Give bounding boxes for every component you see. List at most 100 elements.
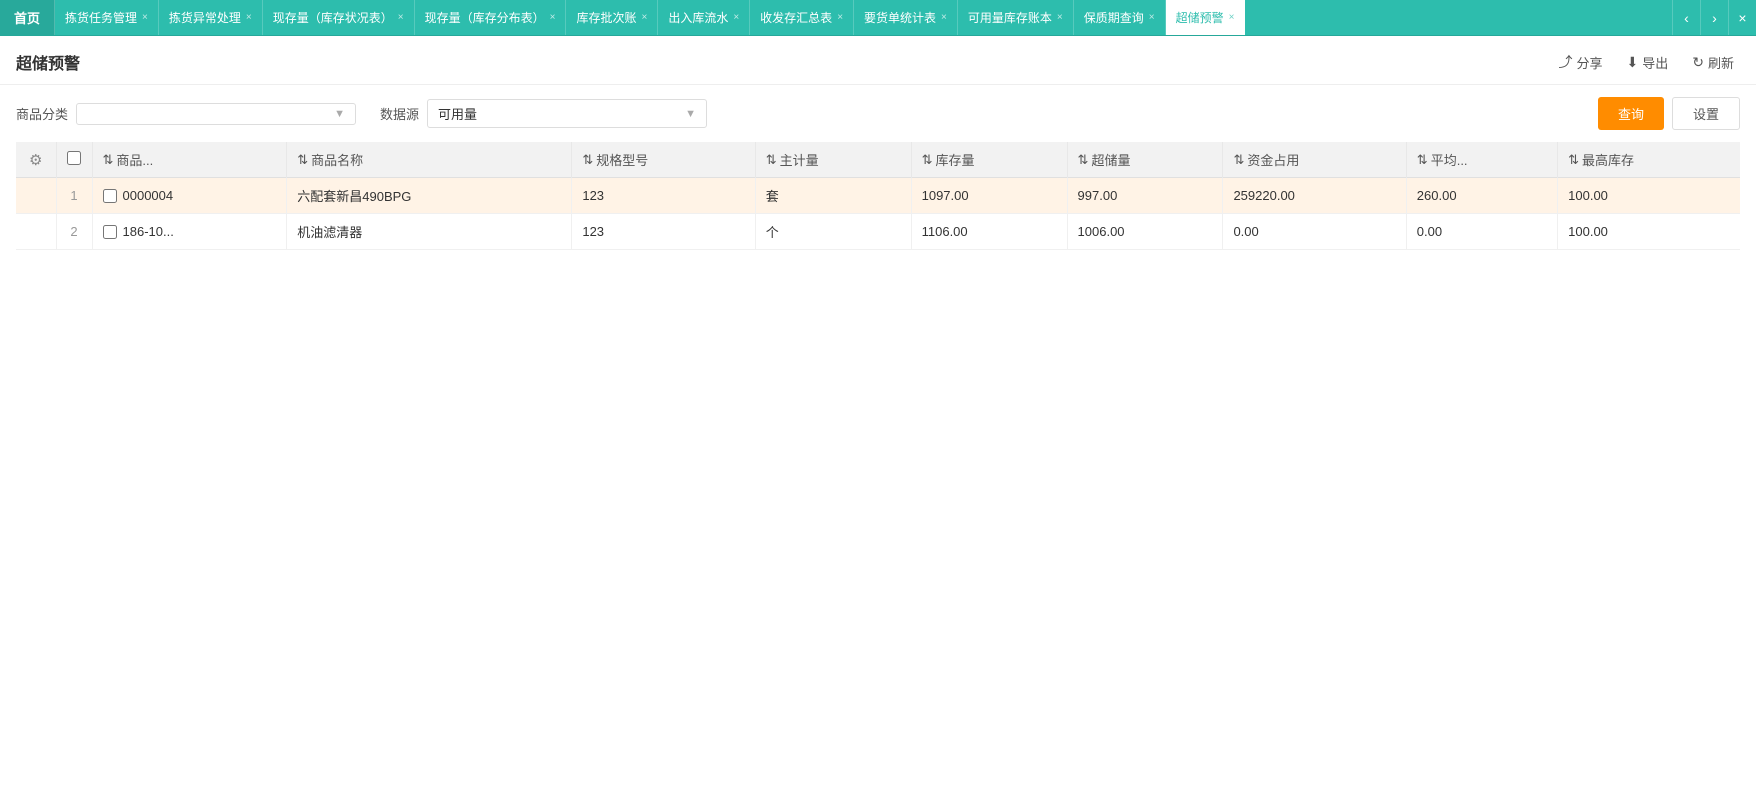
nav-home[interactable]: 首页: [0, 0, 55, 35]
nav-tab-tab9[interactable]: 可用量库存账本 ×: [958, 0, 1074, 35]
row-checkbox[interactable]: [103, 225, 117, 239]
row-unit-value: 个: [766, 225, 779, 240]
row-spec-value: 123: [582, 188, 604, 203]
select-all-checkbox[interactable]: [67, 151, 81, 165]
nav-tab-tab7[interactable]: 收发存汇总表 ×: [750, 0, 854, 35]
nav-tab-label-tab3: 现存量（库存状况表）: [273, 9, 393, 26]
nav-tab-close-tab4[interactable]: ×: [550, 12, 556, 23]
row-capital-value: 0.00: [1233, 224, 1258, 239]
row-avg-value: 260.00: [1417, 188, 1457, 203]
col-capital-label: 资金占用: [1247, 150, 1299, 169]
col-header-spec: ⇅ 规格型号: [572, 142, 755, 178]
row-stock-value: 1106.00: [922, 224, 968, 239]
main-table: ⚙ ⇅ 商品... ⇅ 商: [16, 142, 1740, 250]
row-avg-cell: 260.00: [1406, 178, 1557, 214]
query-button[interactable]: 查询: [1598, 97, 1664, 130]
home-label: 首页: [14, 8, 40, 27]
col-spec-icon: ⇅: [582, 152, 593, 168]
row-settings-cell: [16, 178, 56, 214]
row-spec-cell: 123: [572, 214, 755, 250]
nav-tab-tab5[interactable]: 库存批次账 ×: [566, 0, 658, 35]
category-filter-label: 商品分类: [16, 104, 68, 123]
export-label: 导出: [1642, 53, 1668, 72]
nav-tab-close-tab9[interactable]: ×: [1057, 12, 1063, 23]
nav-tab-close-tab8[interactable]: ×: [941, 12, 947, 23]
row-name-value: 六配套新昌490BPG: [297, 189, 411, 204]
row-stock-cell: 1097.00: [911, 178, 1067, 214]
col-header-max: ⇅ 最高库存: [1558, 142, 1740, 178]
nav-tab-tab2[interactable]: 拣货异常处理 ×: [159, 0, 263, 35]
category-chevron-icon: ▼: [334, 108, 345, 120]
table-row: 2 186-10... 机油滤清器 123 个 1106.00 1006.00 …: [16, 214, 1740, 250]
header-actions: ⤴ 分享 ⬇ 导出 ↻ 刷新: [1552, 48, 1740, 76]
refresh-icon: ↻: [1692, 54, 1704, 71]
nav-tab-close-tab2[interactable]: ×: [246, 12, 252, 23]
col-header-avg: ⇅ 平均...: [1406, 142, 1557, 178]
nav-tab-label-tab1: 拣货任务管理: [65, 9, 137, 26]
col-stock-icon: ⇅: [922, 152, 933, 168]
col-unit-label: 主计量: [780, 150, 819, 169]
nav-tab-label-tab10: 保质期查询: [1084, 9, 1144, 26]
export-button[interactable]: ⬇ 导出: [1621, 49, 1675, 76]
refresh-button[interactable]: ↻ 刷新: [1686, 49, 1740, 76]
nav-more-button[interactable]: ×: [1728, 0, 1756, 35]
nav-tab-tab6[interactable]: 出入库流水 ×: [658, 0, 750, 35]
row-stock-cell: 1106.00: [911, 214, 1067, 250]
row-capital-cell: 0.00: [1223, 214, 1406, 250]
col-spec-label: 规格型号: [596, 150, 648, 169]
nav-tab-tab8[interactable]: 要货单统计表 ×: [854, 0, 958, 35]
col-header-code: ⇅ 商品...: [92, 142, 287, 178]
filter-area: 商品分类 ▼ 数据源 可用量 ▼ 查询 设置: [0, 85, 1756, 142]
datasource-select[interactable]: 可用量 ▼: [427, 99, 707, 128]
nav-tab-close-tab11[interactable]: ×: [1229, 12, 1235, 23]
share-button[interactable]: ⤴ 分享: [1552, 48, 1608, 76]
col-header-over: ⇅ 超储量: [1067, 142, 1223, 178]
nav-tab-label-tab4: 现存量（库存分布表）: [425, 9, 545, 26]
nav-tab-tab11[interactable]: 超储预警 ×: [1166, 0, 1246, 35]
nav-next-button[interactable]: ›: [1700, 0, 1728, 35]
row-over-value: 1006.00: [1078, 224, 1125, 239]
nav-tab-close-tab6[interactable]: ×: [733, 12, 739, 23]
share-label: 分享: [1576, 53, 1602, 72]
col-over-icon: ⇅: [1078, 152, 1089, 168]
row-over-cell: 1006.00: [1067, 214, 1223, 250]
filter-actions: 查询 设置: [1598, 97, 1740, 130]
nav-prev-button[interactable]: ‹: [1672, 0, 1700, 35]
refresh-label: 刷新: [1708, 53, 1734, 72]
nav-tab-label-tab2: 拣货异常处理: [169, 9, 241, 26]
nav-tab-label-tab6: 出入库流水: [668, 9, 728, 26]
nav-tab-tab3[interactable]: 现存量（库存状况表） ×: [263, 0, 415, 35]
nav-bar: 首页 拣货任务管理 ×拣货异常处理 ×现存量（库存状况表） ×现存量（库存分布表…: [0, 0, 1756, 36]
col-avg-icon: ⇅: [1417, 152, 1428, 168]
row-max-cell: 100.00: [1558, 214, 1740, 250]
col-name-icon: ⇅: [297, 152, 308, 168]
row-name-cell: 六配套新昌490BPG: [287, 178, 572, 214]
datasource-chevron-icon: ▼: [685, 108, 696, 120]
datasource-select-value: 可用量: [438, 104, 477, 123]
nav-tab-tab10[interactable]: 保质期查询 ×: [1074, 0, 1166, 35]
nav-tab-tab4[interactable]: 现存量（库存分布表） ×: [415, 0, 567, 35]
category-select[interactable]: ▼: [76, 103, 356, 125]
col-max-icon: ⇅: [1568, 152, 1579, 168]
row-stock-value: 1097.00: [922, 188, 969, 203]
col-max-label: 最高库存: [1582, 150, 1634, 169]
nav-tab-close-tab1[interactable]: ×: [142, 12, 148, 23]
row-checkbox[interactable]: [103, 189, 117, 203]
nav-tab-close-tab5[interactable]: ×: [641, 12, 647, 23]
col-unit-icon: ⇅: [766, 152, 777, 168]
settings-button[interactable]: 设置: [1672, 97, 1740, 130]
col-avg-label: 平均...: [1431, 150, 1468, 169]
nav-tab-label-tab9: 可用量库存账本: [968, 9, 1052, 26]
nav-tab-close-tab3[interactable]: ×: [398, 12, 404, 23]
row-over-value: 997.00: [1078, 188, 1118, 203]
row-avg-value: 0.00: [1417, 224, 1442, 239]
col-header-checkbox: [56, 142, 92, 178]
row-max-value: 100.00: [1568, 224, 1608, 239]
nav-tab-tab1[interactable]: 拣货任务管理 ×: [55, 0, 159, 35]
gear-icon[interactable]: ⚙: [29, 151, 42, 169]
share-icon: ⤴: [1558, 52, 1572, 72]
nav-tab-close-tab7[interactable]: ×: [837, 12, 843, 23]
row-settings-cell: [16, 214, 56, 250]
nav-arrows: ‹ › ×: [1672, 0, 1756, 35]
nav-tab-close-tab10[interactable]: ×: [1149, 12, 1155, 23]
